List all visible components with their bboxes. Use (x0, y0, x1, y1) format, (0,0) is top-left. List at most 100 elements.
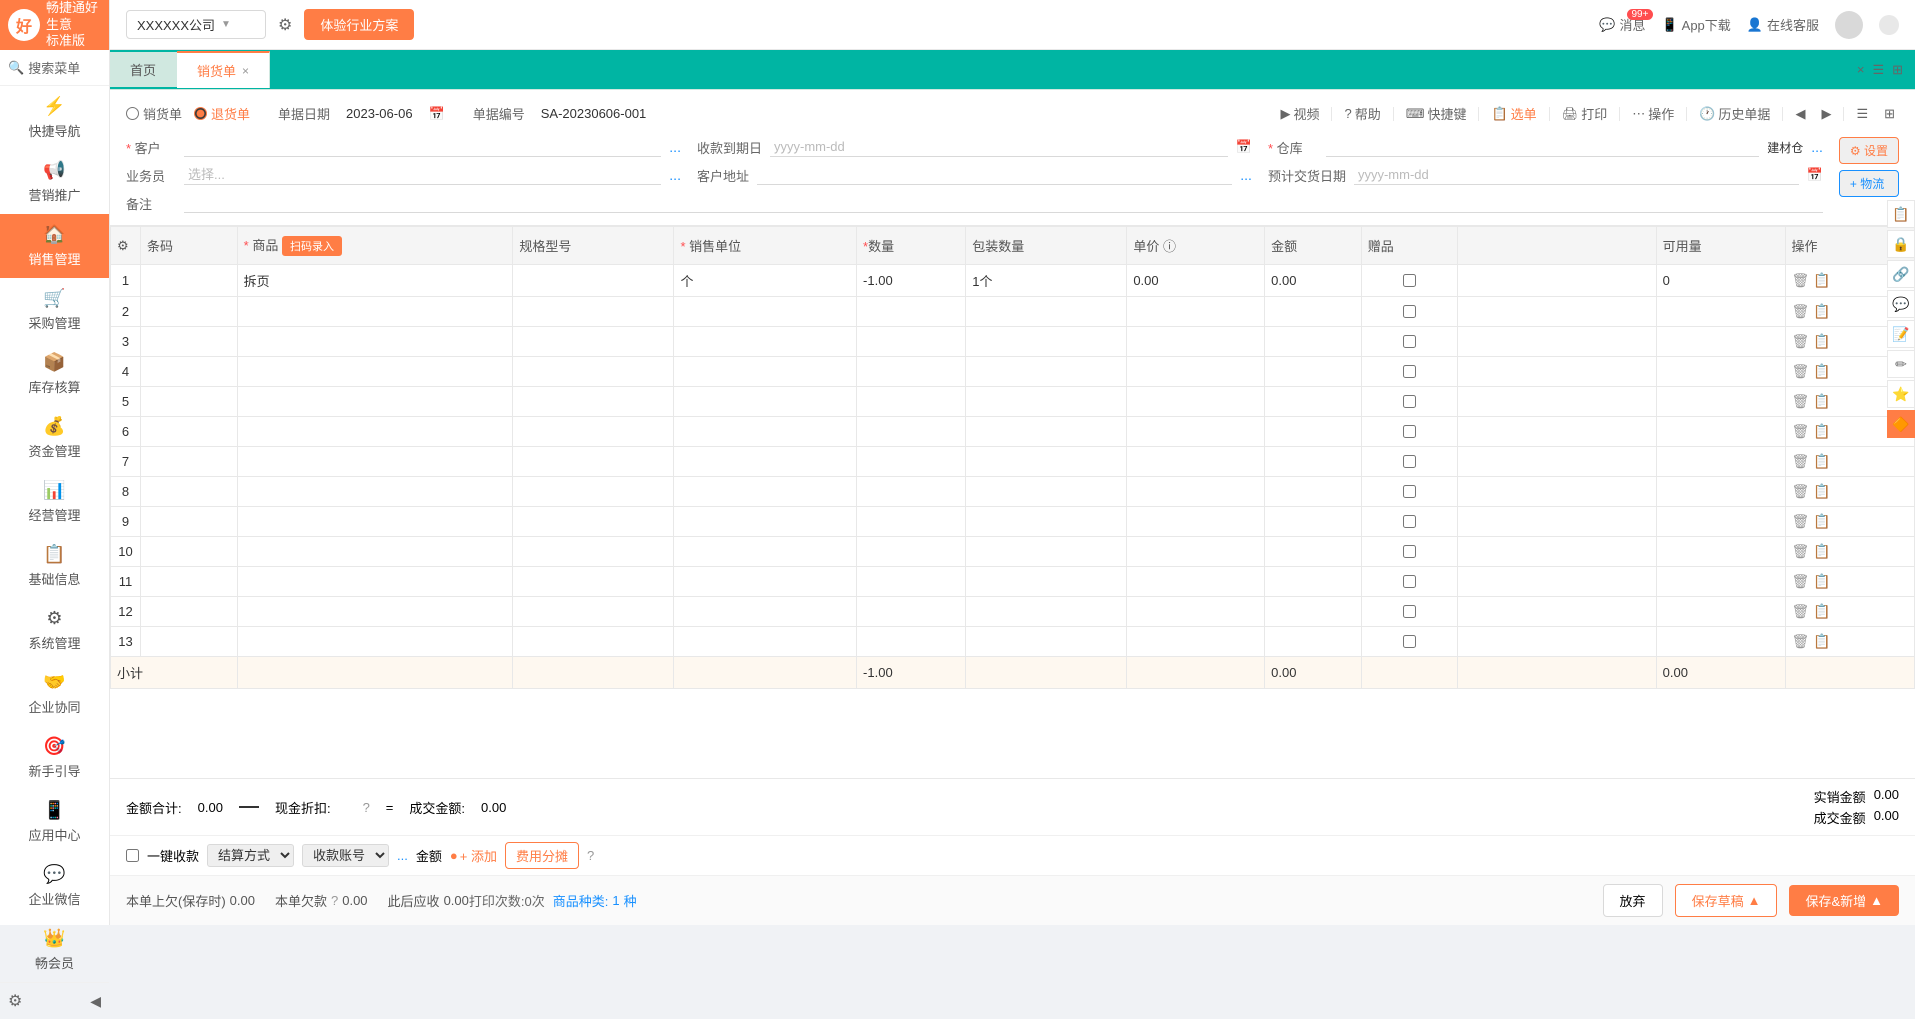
delete-row-icon[interactable]: 🗑 (1792, 303, 1810, 320)
row-barcode[interactable] (141, 265, 238, 297)
row-unit[interactable] (674, 297, 857, 327)
row-price[interactable] (1127, 537, 1265, 567)
row-qty[interactable] (857, 417, 966, 447)
row-spec[interactable] (513, 387, 674, 417)
row-pkg-qty[interactable] (966, 327, 1127, 357)
expense-split-button[interactable]: 费用分摊 (505, 842, 579, 869)
sidebar-item-enterprise[interactable]: 🤝企业协同 (0, 662, 109, 726)
customer-address-input[interactable] (757, 165, 1232, 185)
trial-button[interactable]: 体验行业方案 (304, 9, 414, 40)
company-selector[interactable]: XXXXXX公司 ▼ (126, 10, 266, 39)
nav-prev-button[interactable]: ◀ (1791, 104, 1809, 124)
row-barcode[interactable] (141, 597, 238, 627)
row-gift[interactable] (1361, 447, 1458, 477)
delete-row-icon[interactable]: 🗑 (1792, 543, 1810, 560)
row-barcode[interactable] (141, 297, 238, 327)
row-product[interactable] (237, 387, 513, 417)
copy-row-icon[interactable]: 📋 (1813, 483, 1830, 500)
row-price[interactable] (1127, 327, 1265, 357)
row-pkg-qty[interactable] (966, 297, 1127, 327)
copy-row-icon[interactable]: 📋 (1813, 603, 1830, 620)
gift-checkbox[interactable] (1403, 515, 1416, 528)
row-qty[interactable] (857, 477, 966, 507)
row-spec[interactable] (513, 597, 674, 627)
radio-return-input[interactable] (194, 107, 207, 120)
row-unit[interactable] (674, 387, 857, 417)
scan-button[interactable]: 扫码录入 (282, 236, 342, 256)
row-amount[interactable] (1265, 477, 1362, 507)
delete-row-icon[interactable]: 🗑 (1792, 423, 1810, 440)
sidebar-collapse-icon[interactable]: ◀ (90, 993, 101, 1010)
payment-due-calendar-icon[interactable]: 📅 (1236, 139, 1252, 155)
row-barcode[interactable] (141, 417, 238, 447)
gift-checkbox[interactable] (1403, 425, 1416, 438)
row-unit[interactable] (674, 477, 857, 507)
row-barcode[interactable] (141, 627, 238, 657)
row-qty[interactable] (857, 327, 966, 357)
delete-row-icon[interactable]: 🗑 (1792, 633, 1810, 650)
row-spec[interactable] (513, 265, 674, 297)
delete-row-icon[interactable]: 🗑 (1792, 393, 1810, 410)
row-spec[interactable] (513, 327, 674, 357)
app-download-button[interactable]: 📱 App下载 (1661, 15, 1730, 34)
row-barcode[interactable] (141, 477, 238, 507)
row-unit[interactable] (674, 357, 857, 387)
delete-row-icon[interactable]: 🗑 (1792, 513, 1810, 530)
salesperson-input[interactable] (184, 165, 661, 185)
copy-row-icon[interactable]: 📋 (1813, 333, 1830, 350)
row-price[interactable] (1127, 597, 1265, 627)
save-new-button[interactable]: 保存&新增 ▲ (1789, 885, 1899, 916)
row-unit[interactable] (674, 597, 857, 627)
discount-help-icon[interactable]: ? (363, 800, 370, 815)
row-gift[interactable] (1361, 417, 1458, 447)
discard-button[interactable]: 放弃 (1603, 884, 1663, 917)
sidebar-item-appstore[interactable]: 📱应用中心 (0, 790, 109, 854)
gift-checkbox[interactable] (1403, 365, 1416, 378)
gift-checkbox[interactable] (1403, 395, 1416, 408)
row-price[interactable] (1127, 387, 1265, 417)
row-qty[interactable]: -1.00 (857, 265, 966, 297)
expense-help-icon[interactable]: ? (587, 848, 594, 863)
delete-row-icon[interactable]: 🗑 (1792, 483, 1810, 500)
row-pkg-qty[interactable] (966, 357, 1127, 387)
copy-row-icon[interactable]: 📋 (1813, 272, 1830, 289)
row-unit[interactable] (674, 627, 857, 657)
row-price[interactable] (1127, 357, 1265, 387)
gift-checkbox[interactable] (1403, 305, 1416, 318)
row-product[interactable] (237, 447, 513, 477)
delete-row-icon[interactable]: 🗑 (1792, 363, 1810, 380)
row-amount[interactable] (1265, 387, 1362, 417)
shortcuts-button[interactable]: ⌨ 快捷键 (1402, 102, 1471, 125)
row-pkg-qty[interactable] (966, 417, 1127, 447)
row-amount[interactable] (1265, 357, 1362, 387)
col-settings[interactable]: ⚙ (111, 227, 141, 265)
copy-row-icon[interactable]: 📋 (1813, 453, 1830, 470)
save-draft-button[interactable]: 保存草稿 ▲ (1675, 884, 1778, 917)
radio-sales-input[interactable] (126, 107, 139, 120)
row-amount[interactable] (1265, 327, 1362, 357)
row-amount[interactable] (1265, 417, 1362, 447)
row-pkg-qty[interactable] (966, 537, 1127, 567)
sidebar-item-marketing[interactable]: 📢营销推广 (0, 150, 109, 214)
customer-address-dots[interactable]: ... (1240, 167, 1252, 183)
payment-method-select[interactable]: 结算方式 (207, 844, 294, 867)
copy-row-icon[interactable]: 📋 (1813, 633, 1830, 650)
gift-checkbox[interactable] (1403, 635, 1416, 648)
row-pkg-qty[interactable]: 1个 (966, 265, 1127, 297)
delete-row-icon[interactable]: 🗑 (1792, 573, 1810, 590)
sidebar-item-guide[interactable]: 🎯新手引导 (0, 726, 109, 790)
row-qty[interactable] (857, 357, 966, 387)
row-unit[interactable] (674, 417, 857, 447)
copy-row-icon[interactable]: 📋 (1813, 573, 1830, 590)
tab-grid-icon[interactable]: ⊞ (1888, 58, 1907, 82)
row-qty[interactable] (857, 447, 966, 477)
gift-checkbox[interactable] (1403, 545, 1416, 558)
row-amount[interactable] (1265, 627, 1362, 657)
row-qty[interactable] (857, 567, 966, 597)
copy-row-icon[interactable]: 📋 (1813, 543, 1830, 560)
sidebar-item-member[interactable]: 👑畅会员 (0, 918, 109, 982)
delivery-date-calendar-icon[interactable]: 📅 (1807, 167, 1823, 183)
tab-sales-order[interactable]: 销货单 × (177, 51, 270, 88)
row-qty[interactable] (857, 387, 966, 417)
select-order-button[interactable]: 📋 选单 (1487, 102, 1540, 125)
